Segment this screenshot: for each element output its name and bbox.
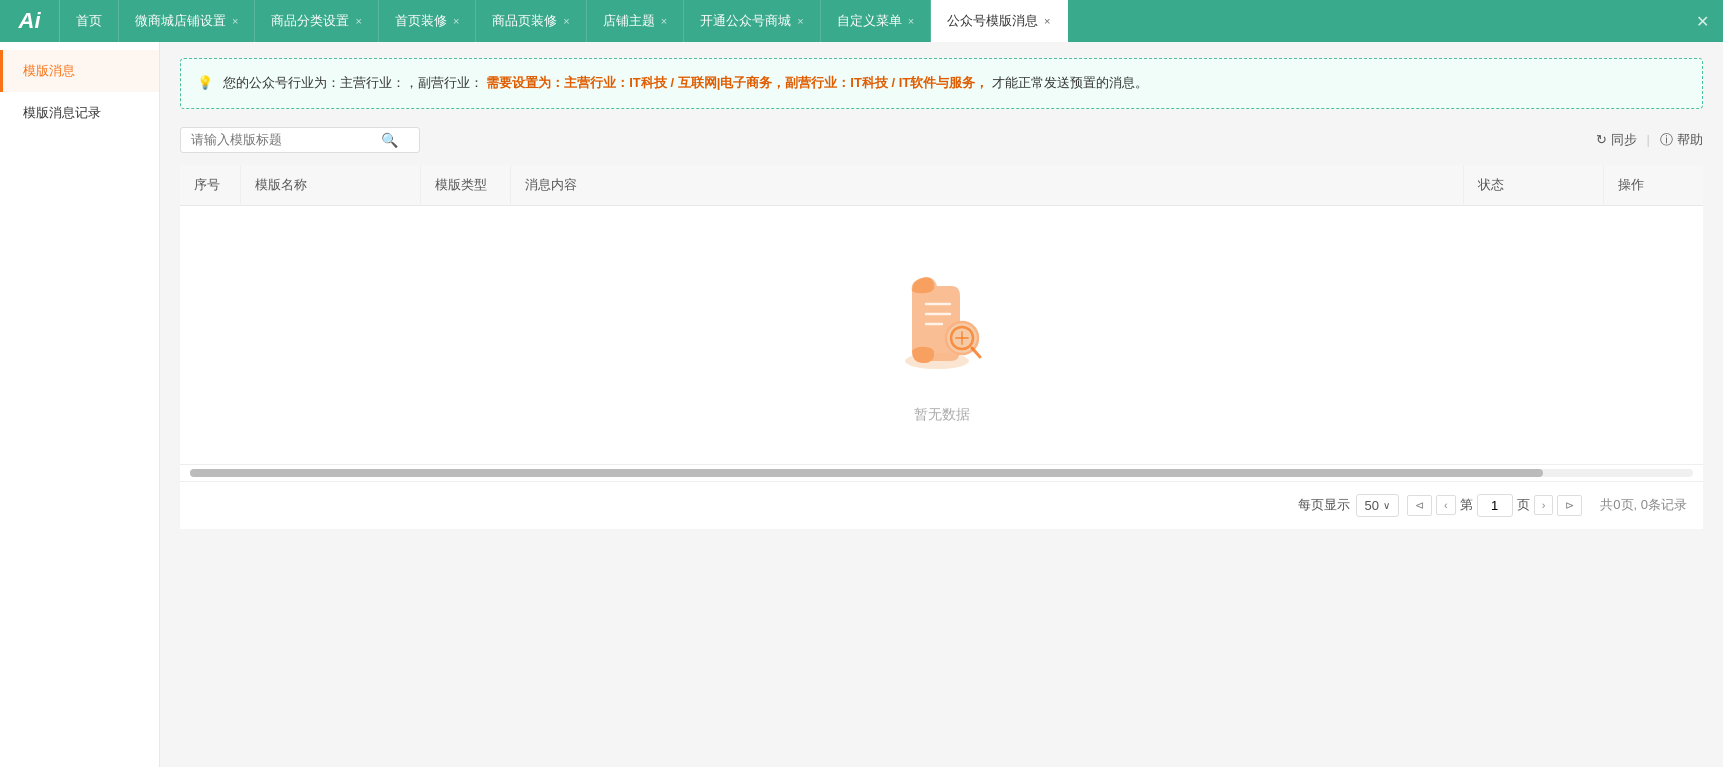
- col-seq: 序号: [180, 165, 240, 206]
- search-actions: ↻ 同步 | ⓘ 帮助: [1596, 131, 1703, 149]
- tab-product-category-label: 商品分类设置: [271, 12, 349, 30]
- bulb-icon: 💡: [197, 75, 213, 90]
- sidebar-item-template-msg[interactable]: 模版消息: [0, 50, 159, 92]
- help-label: 帮助: [1677, 131, 1703, 149]
- close-product-category-tab[interactable]: ×: [355, 15, 361, 27]
- close-shop-theme-tab[interactable]: ×: [661, 15, 667, 27]
- tab-product-decoration[interactable]: 商品页装修 ×: [476, 0, 586, 42]
- notice-prefix: 您的公众号行业为：主营行业：，副营行业：: [223, 75, 483, 90]
- close-product-decoration-tab[interactable]: ×: [563, 15, 569, 27]
- tab-home[interactable]: 首页: [60, 0, 119, 42]
- scrollbar-track[interactable]: [190, 469, 1693, 477]
- tab-home-decoration-label: 首页装修: [395, 12, 447, 30]
- page-size-dropdown[interactable]: 50 ∨: [1356, 494, 1399, 517]
- table-header-row: 序号 模版名称 模版类型 消息内容 状态 操作: [180, 165, 1703, 206]
- scrollbar-thumb[interactable]: [190, 469, 1543, 477]
- tab-home-decoration[interactable]: 首页装修 ×: [379, 0, 476, 42]
- notice-highlight: 需要设置为：主营行业：IT科技 / 互联网|电子商务，副营行业：IT科技 / I…: [486, 75, 988, 90]
- tab-custom-menu-label: 自定义菜单: [837, 12, 902, 30]
- sync-button[interactable]: ↻ 同步: [1596, 131, 1637, 149]
- content-area: 💡 您的公众号行业为：主营行业：，副营行业： 需要设置为：主营行业：IT科技 /…: [160, 42, 1723, 767]
- col-status: 状态: [1463, 165, 1603, 206]
- page-number-input[interactable]: [1477, 494, 1513, 517]
- close-wechat-template-msg-tab[interactable]: ×: [1044, 15, 1050, 27]
- search-icon[interactable]: 🔍: [381, 132, 398, 148]
- page-size-value: 50: [1365, 498, 1379, 513]
- sidebar-item-template-msg-log[interactable]: 模版消息记录: [0, 92, 159, 134]
- tab-shop-theme[interactable]: 店铺主题 ×: [587, 0, 684, 42]
- sync-label: 同步: [1611, 131, 1637, 149]
- total-info: 共0页, 0条记录: [1600, 496, 1687, 514]
- search-input[interactable]: [191, 132, 381, 147]
- page-size-select: 每页显示 50 ∨: [1298, 494, 1399, 517]
- prev-page-button[interactable]: ‹: [1436, 495, 1456, 515]
- empty-state-row: 暂无数据: [180, 205, 1703, 464]
- tab-open-wechat-mall-label: 开通公众号商城: [700, 12, 791, 30]
- tab-bar: Ai 首页 微商城店铺设置 × 商品分类设置 × 首页装修 × 商品页装修 × …: [0, 0, 1723, 42]
- sync-icon: ↻: [1596, 132, 1607, 147]
- next-page-button[interactable]: ›: [1534, 495, 1554, 515]
- scrollbar-container[interactable]: [180, 464, 1703, 481]
- tab-home-label: 首页: [76, 12, 102, 30]
- app-logo: Ai: [0, 0, 60, 42]
- close-all-tabs-button[interactable]: ✕: [1682, 12, 1723, 31]
- tab-wechat-template-msg-label: 公众号模版消息: [947, 12, 1038, 30]
- col-type: 模版类型: [420, 165, 510, 206]
- page-input-wrap: 第 页: [1460, 494, 1530, 517]
- tab-wechat-template-msg[interactable]: 公众号模版消息 ×: [931, 0, 1067, 42]
- sidebar-item-template-msg-label: 模版消息: [23, 63, 75, 78]
- main-layout: 模版消息 模版消息记录 💡 您的公众号行业为：主营行业：，副营行业： 需要设置为…: [0, 42, 1723, 767]
- last-page-button[interactable]: ⊳: [1557, 495, 1582, 516]
- close-open-wechat-mall-tab[interactable]: ×: [797, 15, 803, 27]
- tab-custom-menu[interactable]: 自定义菜单 ×: [821, 0, 931, 42]
- tab-shop-theme-label: 店铺主题: [603, 12, 655, 30]
- divider: |: [1647, 132, 1650, 147]
- empty-state: 暂无数据: [180, 206, 1703, 464]
- notice-suffix: 才能正常发送预置的消息。: [992, 75, 1148, 90]
- col-name: 模版名称: [240, 165, 420, 206]
- tab-open-wechat-mall[interactable]: 开通公众号商城 ×: [684, 0, 820, 42]
- col-action: 操作: [1603, 165, 1703, 206]
- svg-line-6: [972, 348, 980, 357]
- search-bar: 🔍 ↻ 同步 | ⓘ 帮助: [180, 127, 1703, 153]
- tab-wechat-shop-settings[interactable]: 微商城店铺设置 ×: [119, 0, 255, 42]
- data-table: 序号 模版名称 模版类型 消息内容 状态 操作: [180, 165, 1703, 464]
- empty-illustration: [882, 266, 1002, 386]
- tab-wechat-shop-label: 微商城店铺设置: [135, 12, 226, 30]
- empty-text: 暂无数据: [914, 406, 970, 424]
- help-circle-icon: ⓘ: [1660, 131, 1673, 149]
- search-input-wrap[interactable]: 🔍: [180, 127, 420, 153]
- chevron-down-icon: ∨: [1383, 500, 1390, 511]
- close-wechat-shop-tab[interactable]: ×: [232, 15, 238, 27]
- close-home-decoration-tab[interactable]: ×: [453, 15, 459, 27]
- tab-product-category[interactable]: 商品分类设置 ×: [255, 0, 378, 42]
- page-suffix: 页: [1517, 496, 1530, 514]
- page-navigation: ⊲ ‹ 第 页 › ⊳: [1407, 494, 1582, 517]
- col-content: 消息内容: [510, 165, 1463, 206]
- pagination-bar: 每页显示 50 ∨ ⊲ ‹ 第 页 › ⊳ 共0页, 0条记录: [180, 481, 1703, 529]
- tab-product-decoration-label: 商品页装修: [492, 12, 557, 30]
- notice-box: 💡 您的公众号行业为：主营行业：，副营行业： 需要设置为：主营行业：IT科技 /…: [180, 58, 1703, 109]
- first-page-button[interactable]: ⊲: [1407, 495, 1432, 516]
- page-size-label: 每页显示: [1298, 496, 1350, 514]
- close-custom-menu-tab[interactable]: ×: [908, 15, 914, 27]
- sidebar-item-template-msg-log-label: 模版消息记录: [23, 105, 101, 120]
- help-button[interactable]: ⓘ 帮助: [1660, 131, 1703, 149]
- page-prefix: 第: [1460, 496, 1473, 514]
- sidebar: 模版消息 模版消息记录: [0, 42, 160, 767]
